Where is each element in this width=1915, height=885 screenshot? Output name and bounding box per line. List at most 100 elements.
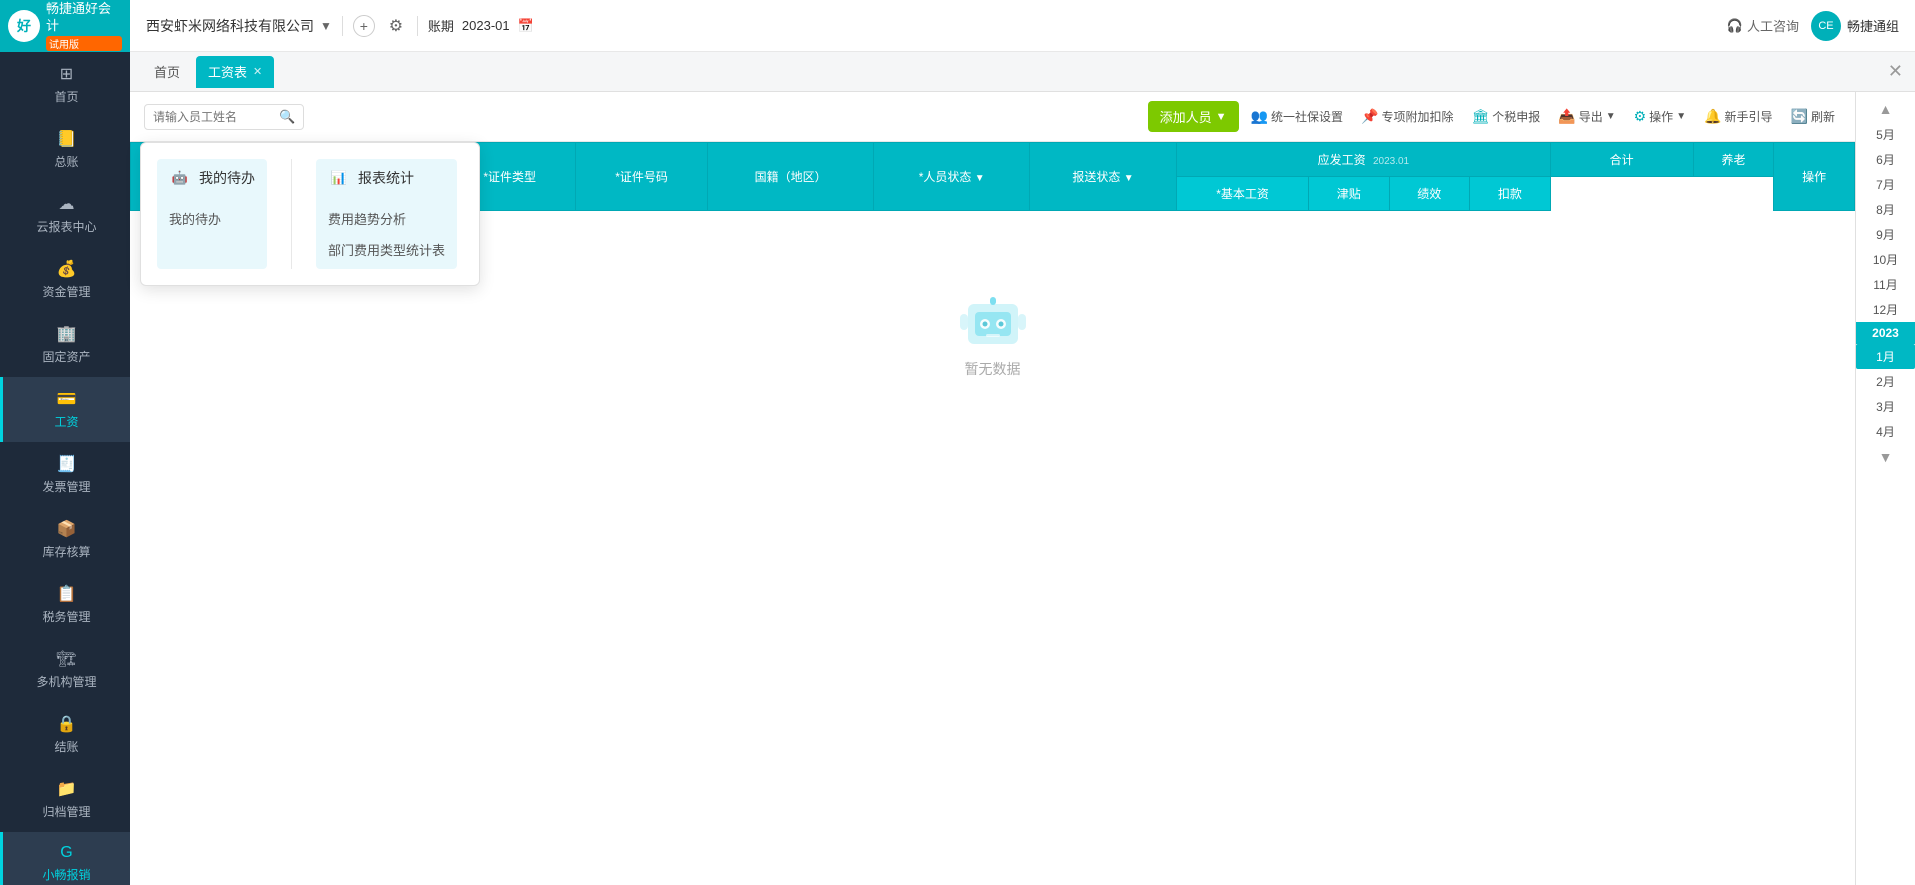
sidebar-item-inventory[interactable]: 📦 库存核算 (0, 507, 130, 572)
sidebar-item-fixed-assets[interactable]: 🏢 固定资产 (0, 312, 130, 377)
operation-icon: ⚙ (1634, 108, 1647, 125)
month-12[interactable]: 12月 (1856, 297, 1915, 322)
dropdown-item-my-todo[interactable]: 我的待办 (169, 207, 255, 230)
tab-salary-label: 工资表 (208, 62, 247, 81)
calendar-sidebar: ▲ 5月 6月 7月 8月 9月 10月 11月 12月 2023 1月 2月 … (1855, 92, 1915, 885)
sidebar-item-invoice[interactable]: 🧾 发票管理 (0, 442, 130, 507)
th-allowance: 津贴 (1308, 177, 1389, 211)
tab-salary-table[interactable]: 工资表 ✕ (196, 56, 274, 88)
operation-action[interactable]: ⚙ 操作 ▼ (1628, 104, 1692, 129)
headset-icon: 🎧 (1727, 18, 1743, 34)
search-icon[interactable]: 🔍 (279, 109, 295, 125)
month-feb[interactable]: 2月 (1856, 369, 1915, 394)
org-icon: 🏗 (56, 649, 76, 669)
tabbar: 首页 工资表 ✕ ✕ (130, 52, 1915, 92)
month-jan[interactable]: 1月 (1856, 344, 1915, 369)
guide-bell-icon: 🔔 (1704, 108, 1721, 125)
add-person-arrow-icon: ▼ (1216, 111, 1227, 123)
tab-home[interactable]: 首页 (142, 56, 192, 88)
sidebar-item-archive[interactable]: 📁 归档管理 (0, 767, 130, 832)
tax-icon: 📋 (57, 584, 77, 604)
month-mar[interactable]: 3月 (1856, 394, 1915, 419)
inventory-icon: 📦 (57, 519, 77, 539)
main-content: 西安虾米网络科技有限公司 ▼ + ⚙ 账期 2023-01 📅 🎧 人工咨询 C… (130, 0, 1915, 885)
sidebar-item-home[interactable]: ⊞ 首页 (0, 52, 130, 117)
month-11[interactable]: 11月 (1856, 272, 1915, 297)
user-menu[interactable]: CE 畅捷通组 (1811, 11, 1899, 41)
sidebar-logo: 好 畅捷通好会计 试用版 (0, 0, 130, 52)
tab-home-label: 首页 (154, 62, 180, 81)
month-9[interactable]: 9月 (1856, 222, 1915, 247)
sidebar-item-closing[interactable]: 🔒 结账 (0, 702, 130, 767)
invoice-icon: 🧾 (57, 454, 77, 474)
guide-action[interactable]: 🔔 新手引导 (1698, 104, 1778, 129)
personal-tax-action[interactable]: 🏛 个税申报 (1465, 104, 1546, 129)
dropdown-todo-header: 🤖 我的待办 (169, 167, 255, 189)
th-person-status: *人员状态 ▼ (874, 143, 1030, 211)
month-7[interactable]: 7月 (1856, 172, 1915, 197)
dropdown-col-report: 📊 报表统计 费用趋势分析 部门费用类型统计表 (316, 159, 457, 269)
home-icon: ⊞ (60, 64, 73, 84)
export-action[interactable]: 📤 导出 ▼ (1552, 104, 1621, 129)
sidebar-item-multi-org[interactable]: 🏗 多机构管理 (0, 637, 130, 702)
th-operation: 操作 (1774, 143, 1855, 211)
person-status-filter-icon[interactable]: ▼ (975, 173, 985, 184)
dropdown-col-todo: 🤖 我的待办 我的待办 (157, 159, 267, 269)
archive-icon: 📁 (57, 779, 77, 799)
th-basic-wage: *基本工资 (1177, 177, 1309, 211)
refresh-action[interactable]: 🔄 刷新 (1785, 104, 1841, 129)
app-logo-icon: 好 (8, 10, 40, 42)
calendar-icon[interactable]: 📅 (518, 18, 534, 34)
fund-icon: 💰 (57, 259, 77, 279)
sidebar-nav: ⊞ 首页 📒 总账 ☁ 云报表中心 💰 资金管理 🏢 固定资产 💳 工资 🧾 发… (0, 52, 130, 885)
ledger-icon: 📒 (57, 129, 77, 149)
month-6[interactable]: 6月 (1856, 147, 1915, 172)
sidebar-item-salary[interactable]: 💳 工资 (0, 377, 130, 442)
sidebar-item-tax[interactable]: 📋 税务管理 (0, 572, 130, 637)
month-10[interactable]: 10月 (1856, 247, 1915, 272)
social-security-icon: 👥 (1251, 108, 1268, 125)
report-status-filter-icon[interactable]: ▼ (1124, 173, 1134, 184)
special-deduction-action[interactable]: 📌 专项附加扣除 (1355, 104, 1459, 129)
calendar-months-current: 1月 2月 3月 4月 (1856, 344, 1915, 444)
dropdown-item-dept-cost[interactable]: 部门费用类型统计表 (328, 238, 445, 261)
sidebar-item-fund[interactable]: 💰 资金管理 (0, 247, 130, 312)
search-input[interactable] (153, 110, 273, 124)
add-company-button[interactable]: + (353, 15, 375, 37)
th-pension: 养老 (1693, 143, 1774, 177)
calendar-up-button[interactable]: ▲ (1873, 96, 1899, 122)
topbar-right: 🎧 人工咨询 CE 畅捷通组 (1727, 11, 1899, 41)
report-title: 报表统计 (358, 168, 414, 188)
dropdown-divider (291, 159, 292, 269)
close-all-icon[interactable]: ✕ (1888, 61, 1903, 82)
add-person-label: 添加人员 (1160, 107, 1212, 126)
topbar-divider-2 (417, 16, 418, 36)
refresh-icon: 🔄 (1791, 108, 1808, 125)
month-8[interactable]: 8月 (1856, 197, 1915, 222)
tab-close-icon[interactable]: ✕ (253, 65, 262, 78)
tab-close-all: ✕ (1888, 61, 1903, 82)
add-person-button[interactable]: 添加人员 ▼ (1148, 101, 1239, 132)
dropdown-item-cost-trend[interactable]: 费用趋势分析 (328, 207, 445, 230)
topbar-divider-1 (342, 16, 343, 36)
dropdown-report-header: 📊 报表统计 (328, 167, 445, 189)
month-apr[interactable]: 4月 (1856, 419, 1915, 444)
period-value: 2023-01 (462, 18, 510, 33)
toolbar: 🔍 添加人员 ▼ 👥 统一社保设置 📌 专项附加扣除 (130, 92, 1855, 142)
calendar-down-button[interactable]: ▼ (1873, 444, 1899, 470)
social-security-action[interactable]: 👥 统一社保设置 (1245, 104, 1349, 129)
cloud-icon: ☁ (59, 194, 75, 214)
sidebar-item-cloud-report[interactable]: ☁ 云报表中心 (0, 182, 130, 247)
settings-button[interactable]: ⚙ (385, 15, 407, 37)
salary-icon: 💳 (57, 389, 77, 409)
support-button[interactable]: 🎧 人工咨询 (1727, 16, 1799, 35)
company-dropdown-icon: ▼ (320, 19, 332, 33)
th-report-status: 报送状态 ▼ (1029, 143, 1176, 211)
sidebar-item-ledger[interactable]: 📒 总账 (0, 117, 130, 182)
th-performance: 绩效 (1389, 177, 1470, 211)
username-label: 畅捷通组 (1847, 16, 1899, 35)
month-5[interactable]: 5月 (1856, 122, 1915, 147)
company-selector[interactable]: 西安虾米网络科技有限公司 ▼ (146, 16, 332, 36)
th-total: 合计 (1550, 143, 1693, 177)
sidebar-item-xiaochang[interactable]: G 小畅报销 ◀ (0, 832, 130, 885)
